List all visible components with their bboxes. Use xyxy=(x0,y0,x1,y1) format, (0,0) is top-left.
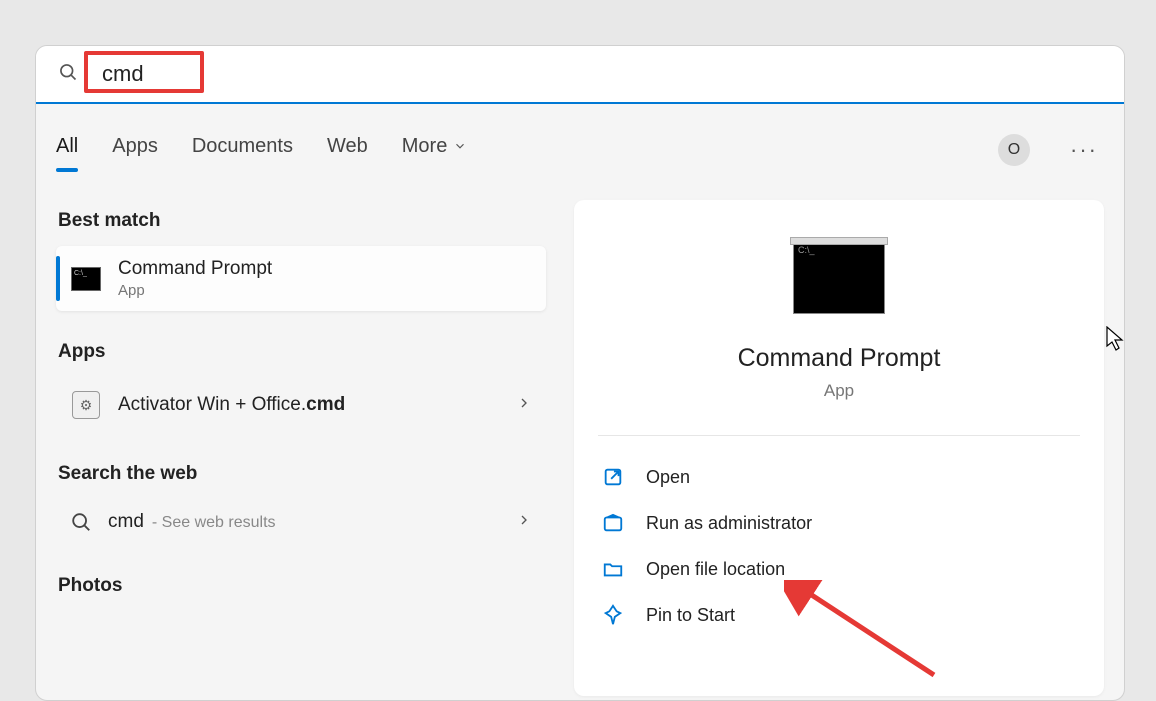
tab-more-label: More xyxy=(402,135,448,158)
result-web-search[interactable]: cmd - See web results xyxy=(56,499,546,545)
shield-admin-icon xyxy=(602,512,624,534)
best-match-header: Best match xyxy=(58,210,546,232)
photos-header: Photos xyxy=(58,575,546,597)
pin-icon xyxy=(602,604,624,626)
search-icon xyxy=(70,511,92,533)
apps-header: Apps xyxy=(58,341,546,363)
web-hint: - See web results xyxy=(152,514,276,532)
divider xyxy=(598,435,1080,436)
filter-tabs: All Apps Documents Web More O ··· xyxy=(36,104,1124,180)
results-column: Best match Command Prompt App Apps ⚙ Act… xyxy=(36,180,556,696)
action-run-as-admin[interactable]: Run as administrator xyxy=(598,500,1080,546)
action-label: Open file location xyxy=(646,559,785,580)
tab-web[interactable]: Web xyxy=(327,135,368,166)
web-result-text: cmd - See web results xyxy=(108,511,276,533)
tab-documents[interactable]: Documents xyxy=(192,135,293,166)
search-bar xyxy=(36,46,1124,104)
search-input-wrapper xyxy=(92,57,192,91)
tab-apps[interactable]: Apps xyxy=(112,135,158,166)
action-pin-to-start[interactable]: Pin to Start xyxy=(598,592,1080,638)
more-options-button[interactable]: ··· xyxy=(1064,137,1104,163)
search-input[interactable] xyxy=(92,57,192,91)
tab-more[interactable]: More xyxy=(402,135,468,166)
result-activator[interactable]: ⚙ Activator Win + Office.cmd xyxy=(56,377,546,433)
web-query: cmd xyxy=(108,511,144,533)
chevron-right-icon xyxy=(516,395,532,416)
preview-title: Command Prompt xyxy=(598,344,1080,373)
open-icon xyxy=(602,466,624,488)
search-icon xyxy=(58,62,78,87)
chevron-right-icon xyxy=(516,512,532,533)
tab-all[interactable]: All xyxy=(56,135,78,166)
result-command-prompt[interactable]: Command Prompt App xyxy=(56,246,546,311)
result-title-prefix: Activator Win + Office. xyxy=(118,394,306,415)
action-open[interactable]: Open xyxy=(598,454,1080,500)
result-text: Command Prompt App xyxy=(118,258,272,299)
folder-icon xyxy=(602,558,624,580)
action-label: Run as administrator xyxy=(646,513,812,534)
result-subtitle: App xyxy=(118,282,272,299)
result-title-match: cmd xyxy=(306,394,345,415)
action-label: Open xyxy=(646,467,690,488)
action-label: Pin to Start xyxy=(646,605,735,626)
web-header: Search the web xyxy=(58,463,546,485)
user-avatar[interactable]: O xyxy=(998,134,1030,166)
preview-app-icon xyxy=(793,240,885,314)
result-title: Command Prompt xyxy=(118,258,272,280)
gear-file-icon: ⚙ xyxy=(70,389,102,421)
windows-search-panel: All Apps Documents Web More O ··· Best m… xyxy=(35,45,1125,701)
result-text: Activator Win + Office.cmd xyxy=(118,394,345,416)
cmd-app-icon xyxy=(70,263,102,295)
content-area: Best match Command Prompt App Apps ⚙ Act… xyxy=(36,180,1124,696)
preview-pane: Command Prompt App Open Run as administr… xyxy=(574,200,1104,696)
action-open-file-location[interactable]: Open file location xyxy=(598,546,1080,592)
result-title: Activator Win + Office.cmd xyxy=(118,394,345,416)
chevron-down-icon xyxy=(453,139,467,153)
preview-subtitle: App xyxy=(598,381,1080,401)
